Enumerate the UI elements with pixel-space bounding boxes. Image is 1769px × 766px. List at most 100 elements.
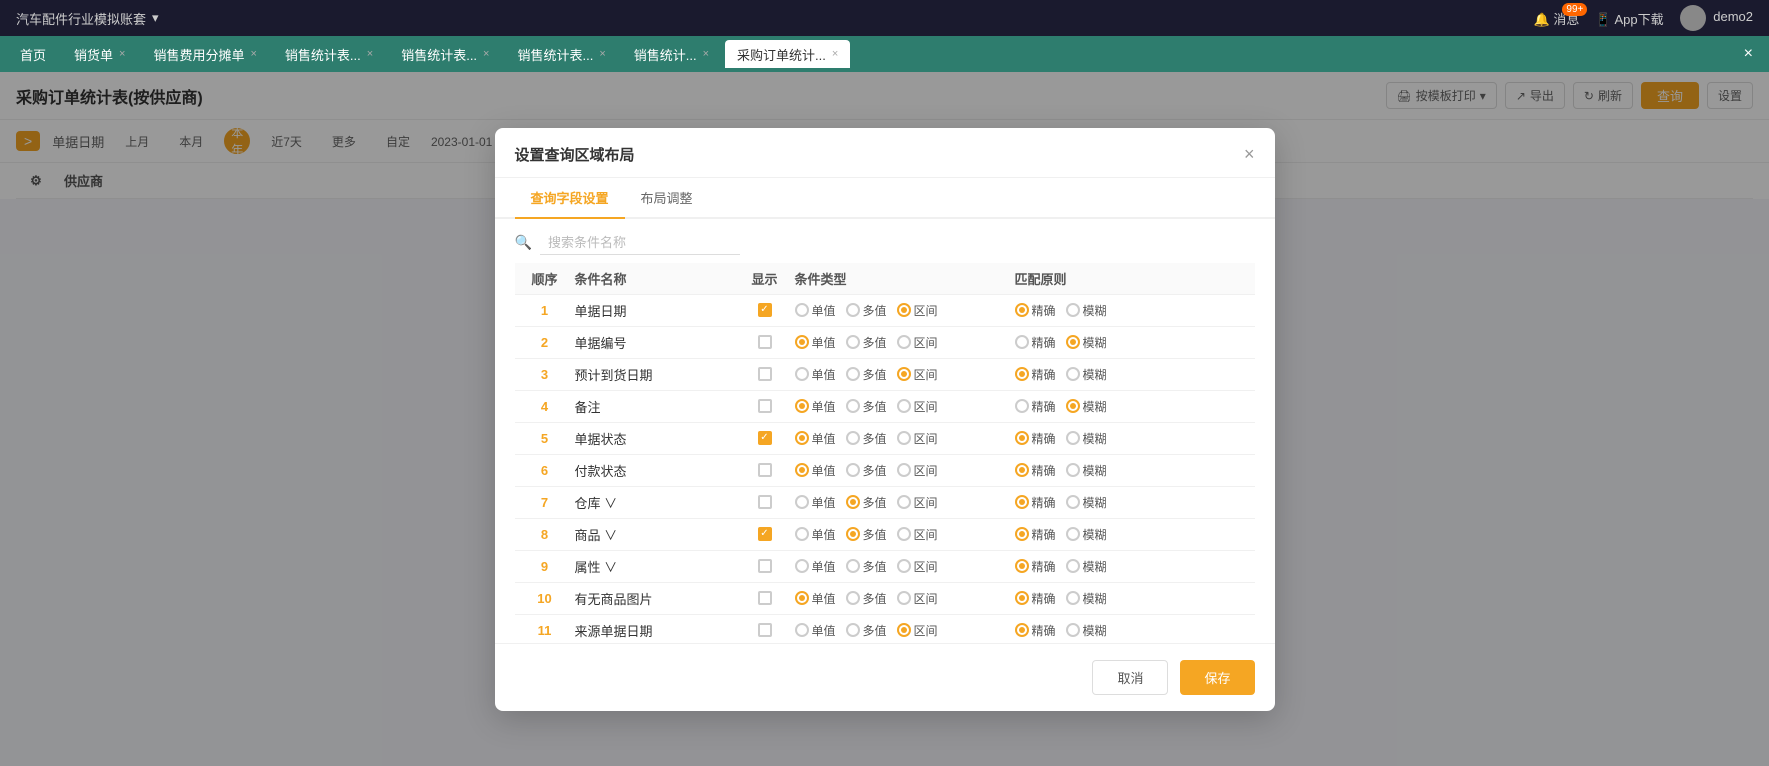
match-radio-item[interactable]: 精确 [1015, 430, 1056, 447]
type-radio-item[interactable]: 单值 [795, 462, 836, 479]
display-checkbox[interactable] [758, 303, 772, 317]
type-radio-item[interactable]: 单值 [795, 590, 836, 607]
save-button[interactable]: 保存 [1180, 660, 1254, 695]
type-radio-item[interactable]: 单值 [795, 494, 836, 511]
type-radio-item[interactable]: 区间 [897, 558, 938, 575]
type-radio-item[interactable]: 区间 [897, 398, 938, 415]
type-radio-item[interactable]: 多值 [846, 558, 887, 575]
match-radio-item[interactable]: 精确 [1015, 334, 1056, 351]
close-tab-3[interactable]: × [367, 48, 373, 60]
close-tab-purchase[interactable]: × [832, 48, 838, 60]
match-radio-item[interactable]: 模糊 [1066, 494, 1107, 511]
search-input[interactable] [540, 231, 740, 255]
match-radio-item[interactable]: 模糊 [1066, 430, 1107, 447]
type-radio-item[interactable]: 多值 [846, 302, 887, 319]
row-display[interactable] [735, 559, 795, 573]
tab-purchase[interactable]: 采购订单统计... × [725, 40, 850, 68]
type-radio-item[interactable]: 单值 [795, 430, 836, 447]
type-radio-item[interactable]: 单值 [795, 526, 836, 543]
type-radio-item[interactable]: 区间 [897, 302, 938, 319]
app-download[interactable]: 📱 App下载 [1595, 9, 1663, 28]
match-radio-item[interactable]: 模糊 [1066, 558, 1107, 575]
type-radio-item[interactable]: 多值 [846, 334, 887, 351]
type-radio-item[interactable]: 区间 [897, 366, 938, 383]
row-display[interactable] [735, 399, 795, 413]
match-radio-item[interactable]: 精确 [1015, 462, 1056, 479]
row-display[interactable] [735, 527, 795, 541]
match-radio-item[interactable]: 模糊 [1066, 462, 1107, 479]
row-display[interactable] [735, 495, 795, 509]
match-radio-item[interactable]: 精确 [1015, 558, 1056, 575]
display-checkbox[interactable] [758, 623, 772, 637]
notification-area[interactable]: 🔔 消息 99+ [1534, 9, 1580, 28]
modal-close-button[interactable]: × [1244, 145, 1255, 163]
display-checkbox[interactable] [758, 591, 772, 605]
close-tab-6[interactable]: × [703, 48, 709, 60]
tab-6[interactable]: 销售统计... × [622, 40, 721, 68]
global-close-button[interactable]: × [1736, 45, 1761, 63]
type-radio-item[interactable]: 区间 [897, 494, 938, 511]
tab-sales[interactable]: 销货单 × [62, 40, 137, 68]
match-radio-item[interactable]: 模糊 [1066, 622, 1107, 639]
match-radio-item[interactable]: 精确 [1015, 302, 1056, 319]
type-radio-item[interactable]: 区间 [897, 590, 938, 607]
type-radio-item[interactable]: 单值 [795, 398, 836, 415]
display-checkbox[interactable] [758, 335, 772, 349]
display-checkbox[interactable] [758, 559, 772, 573]
type-radio-item[interactable]: 单值 [795, 302, 836, 319]
match-radio-item[interactable]: 模糊 [1066, 526, 1107, 543]
tab-5[interactable]: 销售统计表... × [505, 40, 617, 68]
match-radio-item[interactable]: 精确 [1015, 398, 1056, 415]
cancel-button[interactable]: 取消 [1092, 660, 1168, 695]
home-tab[interactable]: 首页 [8, 45, 58, 64]
row-display[interactable] [735, 623, 795, 637]
display-checkbox[interactable] [758, 463, 772, 477]
type-radio-item[interactable]: 区间 [897, 622, 938, 639]
type-radio-item[interactable]: 单值 [795, 622, 836, 639]
display-checkbox[interactable] [758, 431, 772, 445]
type-radio-item[interactable]: 多值 [846, 590, 887, 607]
row-display[interactable] [735, 303, 795, 317]
type-radio-item[interactable]: 区间 [897, 334, 938, 351]
match-radio-item[interactable]: 模糊 [1066, 334, 1107, 351]
row-display[interactable] [735, 367, 795, 381]
close-tab-5[interactable]: × [599, 48, 605, 60]
type-radio-item[interactable]: 多值 [846, 622, 887, 639]
match-radio-item[interactable]: 模糊 [1066, 590, 1107, 607]
close-expenses-tab[interactable]: × [250, 48, 256, 60]
tab-4[interactable]: 销售统计表... × [389, 40, 501, 68]
close-tab-4[interactable]: × [483, 48, 489, 60]
match-radio-item[interactable]: 精确 [1015, 526, 1056, 543]
type-radio-item[interactable]: 区间 [897, 526, 938, 543]
type-radio-item[interactable]: 多值 [846, 398, 887, 415]
display-checkbox[interactable] [758, 527, 772, 541]
type-radio-item[interactable]: 区间 [897, 430, 938, 447]
display-checkbox[interactable] [758, 399, 772, 413]
display-checkbox[interactable] [758, 367, 772, 381]
match-radio-item[interactable]: 精确 [1015, 590, 1056, 607]
modal-tab-layout[interactable]: 布局调整 [625, 178, 709, 219]
match-radio-item[interactable]: 精确 [1015, 366, 1056, 383]
type-radio-item[interactable]: 多值 [846, 494, 887, 511]
type-radio-item[interactable]: 单值 [795, 558, 836, 575]
modal-tab-fields[interactable]: 查询字段设置 [515, 178, 625, 219]
row-display[interactable] [735, 335, 795, 349]
match-radio-item[interactable]: 模糊 [1066, 398, 1107, 415]
close-sales-tab[interactable]: × [119, 48, 125, 60]
type-radio-item[interactable]: 区间 [897, 462, 938, 479]
display-checkbox[interactable] [758, 495, 772, 509]
row-display[interactable] [735, 463, 795, 477]
match-radio-item[interactable]: 模糊 [1066, 366, 1107, 383]
row-display[interactable] [735, 431, 795, 445]
type-radio-item[interactable]: 多值 [846, 430, 887, 447]
type-radio-item[interactable]: 单值 [795, 366, 836, 383]
type-radio-item[interactable]: 单值 [795, 334, 836, 351]
tab-3[interactable]: 销售统计表... × [273, 40, 385, 68]
tab-expenses[interactable]: 销售费用分摊单 × [141, 40, 268, 68]
type-radio-item[interactable]: 多值 [846, 526, 887, 543]
match-radio-item[interactable]: 精确 [1015, 622, 1056, 639]
match-radio-item[interactable]: 模糊 [1066, 302, 1107, 319]
type-radio-item[interactable]: 多值 [846, 462, 887, 479]
match-radio-item[interactable]: 精确 [1015, 494, 1056, 511]
type-radio-item[interactable]: 多值 [846, 366, 887, 383]
